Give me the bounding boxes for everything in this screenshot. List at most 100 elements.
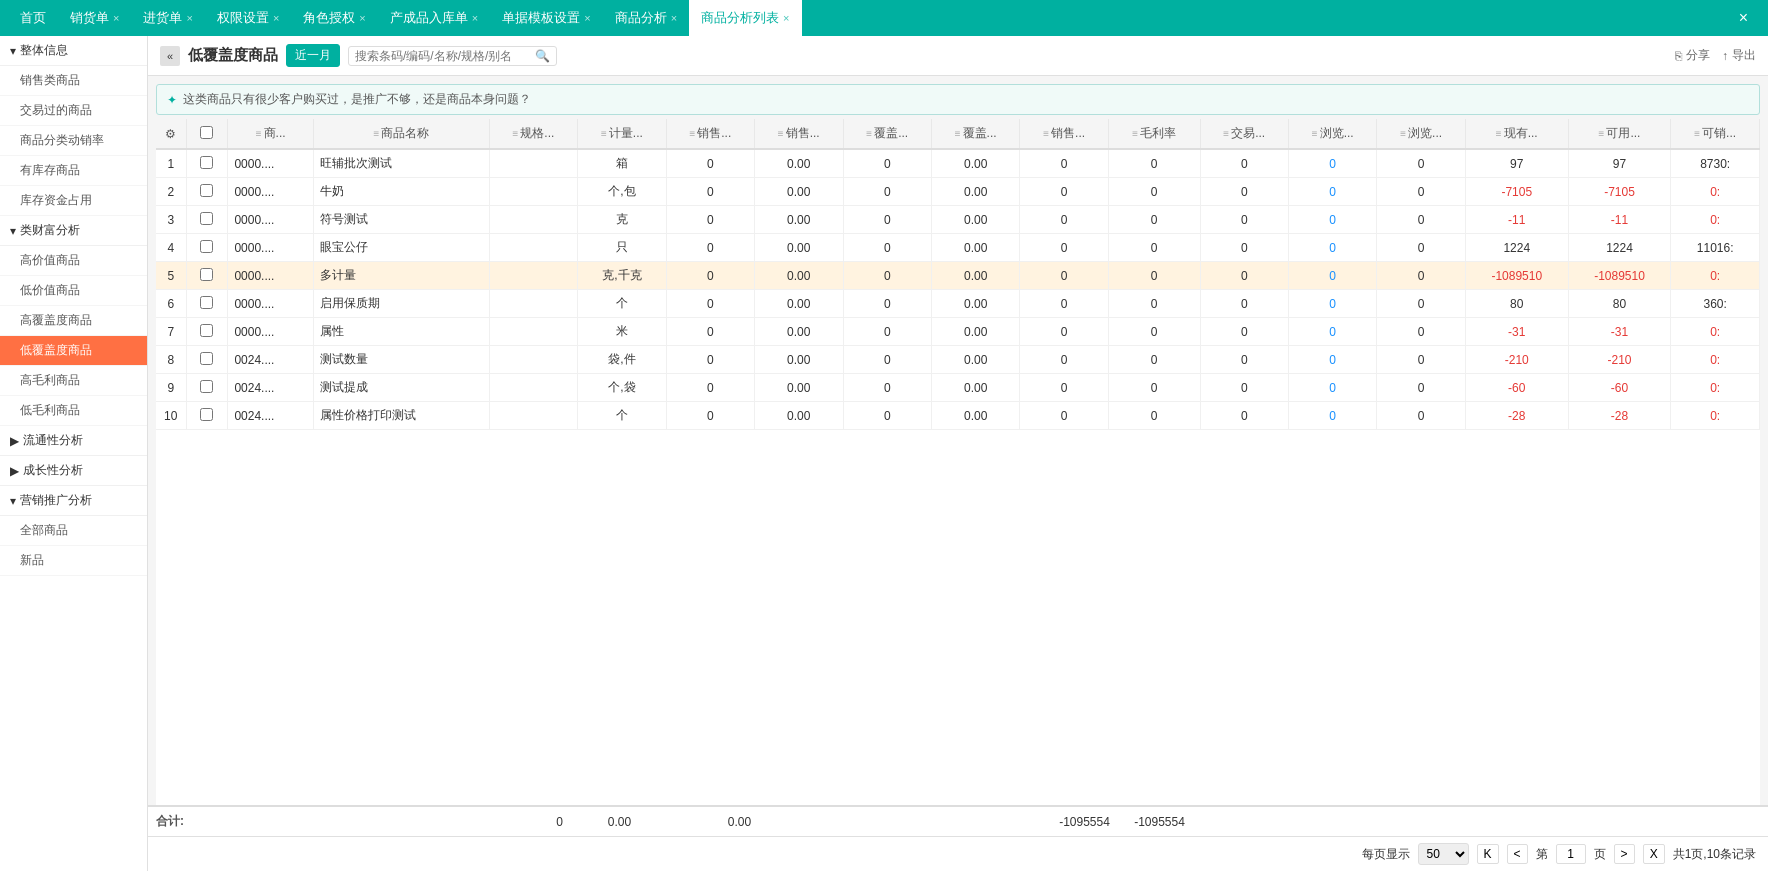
page-size-select[interactable]: 50 100 200 [1418, 843, 1469, 865]
sidebar-item-high-value[interactable]: 高价值商品 [0, 246, 147, 276]
row-checkbox[interactable] [200, 352, 213, 365]
sidebar-item-new-goods[interactable]: 新品 [0, 546, 147, 576]
cell-browse1[interactable]: 0 [1288, 178, 1376, 206]
cell-checkbox[interactable] [186, 318, 228, 346]
nav-home[interactable]: 首页 [8, 0, 58, 36]
prev-page-button[interactable]: < [1507, 844, 1528, 864]
row-checkbox[interactable] [200, 380, 213, 393]
sidebar-item-capital-usage[interactable]: 库存资金占用 [0, 186, 147, 216]
search-input[interactable] [355, 49, 535, 63]
nav-product-analysis[interactable]: 商品分析 × [603, 0, 689, 36]
cell-checkbox[interactable] [186, 262, 228, 290]
cell-checkbox[interactable] [186, 206, 228, 234]
sidebar-item-traded-goods[interactable]: 交易过的商品 [0, 96, 147, 126]
row-checkbox[interactable] [200, 268, 213, 281]
sidebar-section-liquidity[interactable]: ▶ 流通性分析 [0, 426, 147, 456]
th-sellable[interactable]: ≡可销... [1671, 119, 1760, 149]
search-icon[interactable]: 🔍 [535, 49, 550, 63]
share-button[interactable]: ⎘ 分享 [1675, 47, 1710, 64]
nav-purchase-close[interactable]: × [186, 12, 192, 24]
nav-template-close[interactable]: × [584, 12, 590, 24]
next-page-button[interactable]: > [1614, 844, 1635, 864]
th-cover1[interactable]: ≡覆盖... [843, 119, 931, 149]
th-browse1[interactable]: ≡浏览... [1288, 119, 1376, 149]
th-code[interactable]: ≡商... [228, 119, 314, 149]
row-checkbox[interactable] [200, 240, 213, 253]
cell-browse1[interactable]: 0 [1288, 262, 1376, 290]
nav-close-all[interactable]: × [1727, 9, 1760, 27]
th-trade[interactable]: ≡交易... [1200, 119, 1288, 149]
th-spec[interactable]: ≡规格... [489, 119, 577, 149]
sidebar-item-in-stock[interactable]: 有库存商品 [0, 156, 147, 186]
filter-recent-month[interactable]: 近一月 [286, 44, 340, 67]
cell-sales-qty: 0 [666, 402, 754, 430]
th-cover2[interactable]: ≡覆盖... [931, 119, 1019, 149]
row-checkbox[interactable] [200, 184, 213, 197]
export-button[interactable]: ↑ 导出 [1722, 47, 1756, 64]
sidebar-item-low-coverage[interactable]: 低覆盖度商品 [0, 336, 147, 366]
nav-purchase[interactable]: 进货单 × [131, 0, 204, 36]
nav-product-entry[interactable]: 产成品入库单 × [378, 0, 490, 36]
nav-product-analysis-close[interactable]: × [671, 12, 677, 24]
cell-browse1[interactable]: 0 [1288, 149, 1376, 178]
th-available[interactable]: ≡可用... [1568, 119, 1671, 149]
nav-permission[interactable]: 权限设置 × [205, 0, 291, 36]
th-checkbox[interactable] [186, 119, 228, 149]
cell-checkbox[interactable] [186, 234, 228, 262]
nav-permission-close[interactable]: × [273, 12, 279, 24]
select-all-checkbox[interactable] [200, 126, 213, 139]
sidebar-item-low-value[interactable]: 低价值商品 [0, 276, 147, 306]
cell-checkbox[interactable] [186, 374, 228, 402]
sidebar-section-marketing[interactable]: ▾ 营销推广分析 [0, 486, 147, 516]
cell-checkbox[interactable] [186, 346, 228, 374]
nav-sales[interactable]: 销货单 × [58, 0, 131, 36]
cell-browse1[interactable]: 0 [1288, 290, 1376, 318]
nav-product-entry-close[interactable]: × [472, 12, 478, 24]
th-current-stock[interactable]: ≡现有... [1465, 119, 1568, 149]
sidebar-item-category-turnover[interactable]: 商品分类动销率 [0, 126, 147, 156]
th-browse2[interactable]: ≡浏览... [1377, 119, 1465, 149]
th-name[interactable]: ≡商品名称 [313, 119, 489, 149]
nav-sales-close[interactable]: × [113, 12, 119, 24]
th-sales-amt[interactable]: ≡销售... [755, 119, 843, 149]
cell-checkbox[interactable] [186, 402, 228, 430]
nav-role[interactable]: 角色授权 × [291, 0, 377, 36]
sidebar-item-sales-goods[interactable]: 销售类商品 [0, 66, 147, 96]
sidebar-item-high-profit[interactable]: 高毛利商品 [0, 366, 147, 396]
cell-browse1[interactable]: 0 [1288, 402, 1376, 430]
sidebar-section-overview[interactable]: ▾ 整体信息 [0, 36, 147, 66]
first-page-button[interactable]: K [1477, 844, 1499, 864]
sidebar-section-wealth[interactable]: ▾ 类财富分析 [0, 216, 147, 246]
cell-browse1[interactable]: 0 [1288, 374, 1376, 402]
nav-product-analysis-list[interactable]: 商品分析列表 × [689, 0, 801, 36]
sidebar-item-high-coverage[interactable]: 高覆盖度商品 [0, 306, 147, 336]
sidebar-item-low-profit[interactable]: 低毛利商品 [0, 396, 147, 426]
cell-checkbox[interactable] [186, 149, 228, 178]
row-checkbox[interactable] [200, 212, 213, 225]
page-input[interactable] [1556, 844, 1586, 864]
row-checkbox[interactable] [200, 296, 213, 309]
th-settings[interactable]: ⚙ [156, 119, 186, 149]
cell-browse1[interactable]: 0 [1288, 206, 1376, 234]
nav-role-close[interactable]: × [359, 12, 365, 24]
cell-checkbox[interactable] [186, 290, 228, 318]
nav-product-analysis-list-close[interactable]: × [783, 12, 789, 24]
cell-cover2: 0.00 [931, 262, 1019, 290]
row-checkbox[interactable] [200, 156, 213, 169]
sidebar-item-all-goods[interactable]: 全部商品 [0, 516, 147, 546]
nav-template[interactable]: 单据模板设置 × [490, 0, 602, 36]
row-checkbox[interactable] [200, 408, 213, 421]
sidebar-section-growth[interactable]: ▶ 成长性分析 [0, 456, 147, 486]
cell-browse1[interactable]: 0 [1288, 346, 1376, 374]
th-unit[interactable]: ≡计量... [578, 119, 666, 149]
top-navigation: 首页 销货单 × 进货单 × 权限设置 × 角色授权 × 产成品入库单 × 单据… [0, 0, 1768, 36]
cell-browse1[interactable]: 0 [1288, 234, 1376, 262]
cell-browse1[interactable]: 0 [1288, 318, 1376, 346]
row-checkbox[interactable] [200, 324, 213, 337]
last-page-button[interactable]: X [1643, 844, 1665, 864]
th-sales3[interactable]: ≡销售... [1020, 119, 1108, 149]
sidebar-collapse-button[interactable]: « [160, 46, 180, 66]
cell-checkbox[interactable] [186, 178, 228, 206]
th-gross-rate[interactable]: ≡毛利率 [1108, 119, 1200, 149]
th-sales-qty[interactable]: ≡销售... [666, 119, 754, 149]
